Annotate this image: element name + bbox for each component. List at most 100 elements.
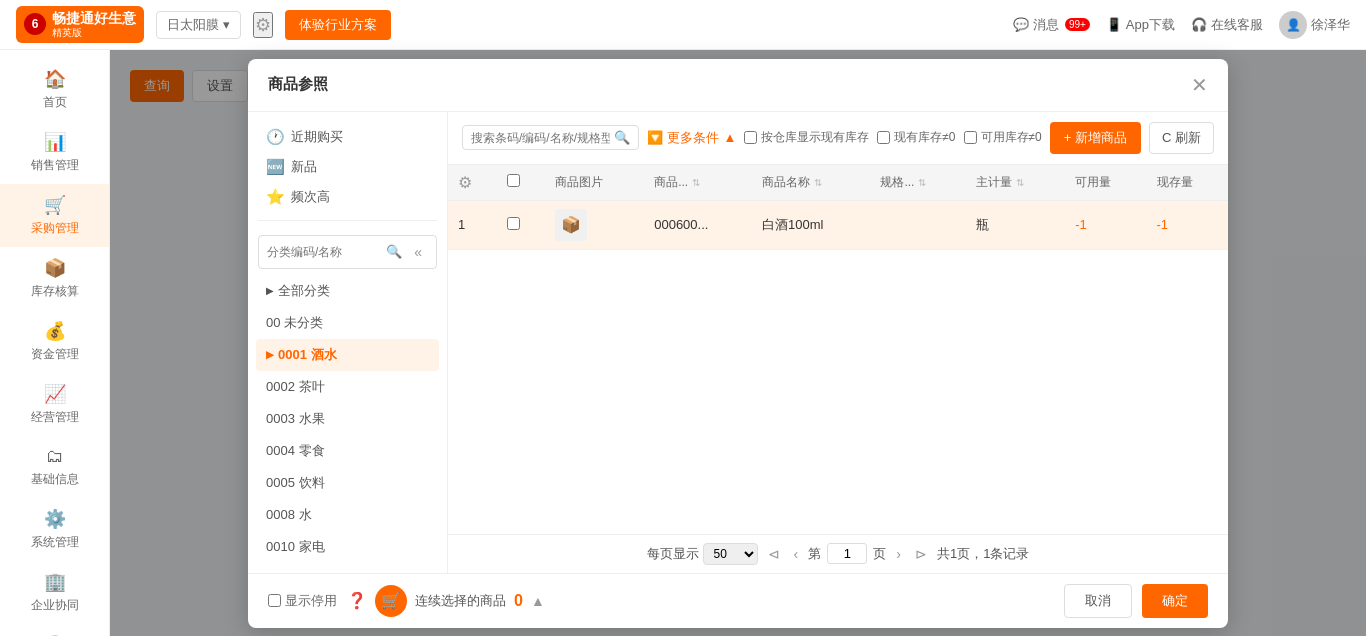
confirm-btn[interactable]: 确定 xyxy=(1142,584,1208,618)
category-item-0002[interactable]: 0002 茶叶 xyxy=(256,371,439,403)
main-area: 查询 设置 刷新 商品参照 ✕ 🕐 xyxy=(110,50,1366,636)
category-item-0001[interactable]: ▶ 0001 酒水 xyxy=(256,339,439,371)
selected-label: 连续选择的商品 xyxy=(415,592,506,610)
page-next-btn[interactable]: › xyxy=(892,544,905,564)
home-icon: 🏠 xyxy=(44,68,66,90)
table-config-btn[interactable]: ⚙ xyxy=(458,173,472,192)
th-name[interactable]: 商品名称 ⇅ xyxy=(752,165,870,201)
cancel-btn[interactable]: 取消 xyxy=(1064,584,1132,618)
sort-icon-name: ⇅ xyxy=(814,177,822,188)
message-btn[interactable]: 💬 消息 99+ xyxy=(1013,16,1090,34)
th-spec[interactable]: 规格... ⇅ xyxy=(870,165,966,201)
search-icon[interactable]: 🔍 xyxy=(614,130,630,145)
per-page-select[interactable]: 50 10 20 100 xyxy=(703,543,758,565)
check-stock-nonzero-label[interactable]: 现有库存≠0 xyxy=(877,129,955,146)
enterprise-icon: 🏢 xyxy=(44,571,66,593)
category-item-0008[interactable]: 0008 水 xyxy=(256,499,439,531)
modal-overlay: 商品参照 ✕ 🕐 近期购买 🆕 xyxy=(110,50,1366,636)
page-last-btn[interactable]: ⊳ xyxy=(911,544,931,564)
category-item-00[interactable]: 00 未分类 xyxy=(256,307,439,339)
top-nav: 6 畅捷通好生意 精英版 日太阳膜 ▾ ⚙ 体验行业方案 💬 消息 99+ 📱 … xyxy=(0,0,1366,50)
th-unit[interactable]: 主计量 ⇅ xyxy=(966,165,1065,201)
category-list: ▶ 全部分类 00 未分类 ▶ 0001 酒水 0002 茶 xyxy=(248,275,447,563)
app-download-btn[interactable]: 📱 App下载 xyxy=(1106,16,1175,34)
arrow-icon-0001: ▶ xyxy=(266,349,274,360)
category-item-0004[interactable]: 0004 零食 xyxy=(256,435,439,467)
inventory-icon: 📦 xyxy=(44,257,66,279)
sidebar-item-procurement[interactable]: 🛒 采购管理 xyxy=(0,184,109,247)
table-row[interactable]: 1 📦 000600... 白酒100ml 瓶 -1 -1 xyxy=(448,200,1228,249)
close-button[interactable]: ✕ xyxy=(1191,73,1208,97)
sidebar-item-system[interactable]: ⚙️ 系统管理 xyxy=(0,498,109,561)
add-product-btn[interactable]: + 新增商品 xyxy=(1050,122,1141,154)
modal-body: 🕐 近期购买 🆕 新品 ⭐ 频次高 xyxy=(248,112,1228,573)
per-page-label: 每页显示 xyxy=(647,545,699,563)
sidebar-item-business[interactable]: 📈 经营管理 xyxy=(0,373,109,436)
refresh-btn[interactable]: C 刷新 xyxy=(1149,122,1214,154)
sidebar-item-home[interactable]: 🏠 首页 xyxy=(0,58,109,121)
logo-text: 畅捷通好生意 精英版 xyxy=(52,10,136,39)
category-search-icon[interactable]: 🔍 xyxy=(386,244,402,259)
product-table: ⚙ 商品图片 商品... ⇅ xyxy=(448,165,1228,250)
collapse-btn[interactable]: « xyxy=(408,240,428,264)
show-disabled-checkbox[interactable] xyxy=(268,594,281,607)
sidebar-item-enterprise[interactable]: 🏢 企业协同 xyxy=(0,561,109,624)
category-item-0005[interactable]: 0005 饮料 xyxy=(256,467,439,499)
check-warehouse-label[interactable]: 按仓库显示现有库存 xyxy=(744,129,869,146)
logo-icon: 6 xyxy=(24,13,46,35)
message-icon: 💬 xyxy=(1013,17,1029,32)
phone-icon: 📱 xyxy=(1106,17,1122,32)
footer-left: 显示停用 xyxy=(268,592,337,610)
check-avail-nonzero[interactable] xyxy=(964,131,977,144)
row-image: 📦 xyxy=(545,200,644,249)
category-item-0003[interactable]: 0003 水果 xyxy=(256,403,439,435)
sales-icon: 📊 xyxy=(44,131,66,153)
page-input[interactable] xyxy=(827,543,867,564)
online-service-btn[interactable]: 🎧 在线客服 xyxy=(1191,16,1263,34)
page-prev-btn[interactable]: ‹ xyxy=(790,544,803,564)
experience-btn[interactable]: 体验行业方案 xyxy=(285,10,391,40)
quick-link-frequent[interactable]: ⭐ 频次高 xyxy=(258,182,437,212)
category-item-0010[interactable]: 0010 家电 xyxy=(256,531,439,563)
quick-link-recent[interactable]: 🕐 近期购买 xyxy=(258,122,437,152)
row-checkbox[interactable] xyxy=(497,200,545,249)
user-menu[interactable]: 👤 徐泽华 xyxy=(1279,11,1350,39)
modal-footer: 显示停用 ❓ 🛒 连续选择的商品 0 ▲ 取消 确定 xyxy=(248,573,1228,628)
main-layout: 🏠 首页 📊 销售管理 🛒 采购管理 📦 库存核算 💰 资金管理 📈 经营管理 … xyxy=(0,50,1366,636)
category-item-all[interactable]: ▶ 全部分类 xyxy=(256,275,439,307)
help-icon[interactable]: ❓ xyxy=(347,591,367,610)
product-search-box: 🔍 xyxy=(462,125,639,150)
check-avail-nonzero-label[interactable]: 可用库存≠0 xyxy=(964,129,1042,146)
business-icon: 📈 xyxy=(44,383,66,405)
row-code: 000600... xyxy=(644,200,752,249)
quick-link-recent-label: 近期购买 xyxy=(291,128,343,146)
quick-link-new[interactable]: 🆕 新品 xyxy=(258,152,437,182)
show-disabled-label[interactable]: 显示停用 xyxy=(268,592,337,610)
select-all-checkbox[interactable] xyxy=(507,174,520,187)
settings-icon[interactable]: ⚙ xyxy=(253,12,273,38)
sidebar-item-sales[interactable]: 📊 销售管理 xyxy=(0,121,109,184)
branch-selector[interactable]: 日太阳膜 ▾ xyxy=(156,11,241,39)
product-search-input[interactable] xyxy=(471,131,610,145)
filter-btn[interactable]: 🔽 更多条件 ▲ xyxy=(647,129,736,147)
sort-icon-spec: ⇅ xyxy=(918,177,926,188)
sidebar-item-finance[interactable]: 💰 资金管理 xyxy=(0,310,109,373)
row-unit: 瓶 xyxy=(966,200,1065,249)
category-search-input[interactable] xyxy=(267,245,380,259)
th-code[interactable]: 商品... ⇅ xyxy=(644,165,752,201)
collapse-icon[interactable]: ▲ xyxy=(531,593,545,609)
sidebar-item-inventory[interactable]: 📦 库存核算 xyxy=(0,247,109,310)
row-stock: -1 xyxy=(1147,200,1228,249)
check-warehouse[interactable] xyxy=(744,131,757,144)
app-download-label: App下载 xyxy=(1126,16,1175,34)
message-label: 消息 xyxy=(1033,16,1059,34)
sidebar-item-guide[interactable]: 🎯 新手引导 xyxy=(0,624,109,636)
row-name: 白酒100ml xyxy=(752,200,870,249)
sidebar-item-base[interactable]: 🗂 基础信息 xyxy=(0,436,109,498)
page-first-btn[interactable]: ⊲ xyxy=(764,544,784,564)
check-stock-nonzero[interactable] xyxy=(877,131,890,144)
sidebar-label-finance: 资金管理 xyxy=(31,346,79,363)
selected-count: 0 xyxy=(514,592,523,610)
cart-icon[interactable]: 🛒 xyxy=(375,585,407,617)
logo: 6 畅捷通好生意 精英版 xyxy=(16,6,144,43)
